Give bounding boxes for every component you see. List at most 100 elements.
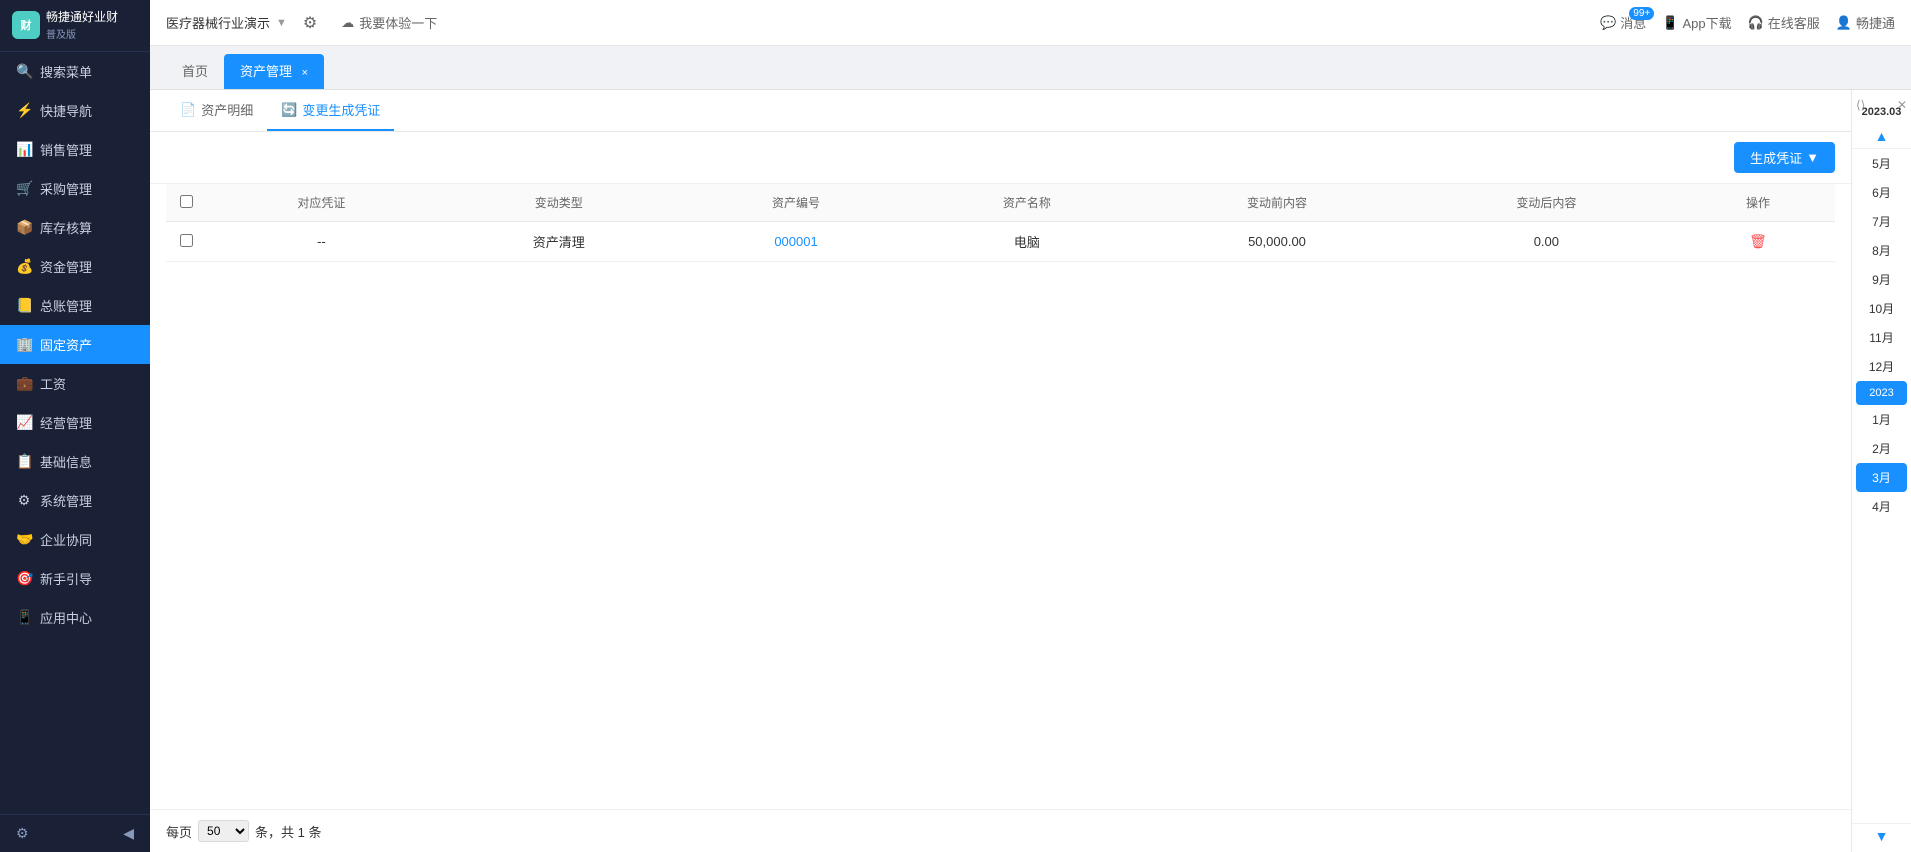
settings-icon[interactable]: ⚙: [16, 825, 29, 842]
online-support-button[interactable]: 🎧 在线客服: [1748, 13, 1820, 32]
sidebar-item-operations[interactable]: 📈 经营管理: [0, 403, 150, 442]
app-download-button[interactable]: 📱 App下载: [1662, 13, 1731, 32]
sidebar-item-fixed-assets[interactable]: 🏢 固定资产: [0, 325, 150, 364]
sidebar-item-guide[interactable]: 🎯 新手引导: [0, 559, 150, 598]
sidebar-item-collab[interactable]: 🤝 企业协同: [0, 520, 150, 559]
cal-month-8[interactable]: 8月: [1852, 236, 1911, 265]
cell-action: 🗑: [1681, 222, 1835, 262]
payroll-icon: 💼: [16, 375, 32, 392]
cal-2023-apr[interactable]: 4月: [1852, 492, 1911, 521]
asset-table-wrap: 对应凭证 变动类型 资产编号 资产名称 变动前内容 变动后内容 操作: [150, 184, 1851, 809]
sidebar: 财 畅捷通好业财 普及版 🔍 搜索菜单⚡ 快捷导航📊 销售管理🛒 采购管理📦 库…: [0, 0, 150, 852]
sidebar-item-inventory[interactable]: 📦 库存核算: [0, 208, 150, 247]
cal-2023-feb[interactable]: 2月: [1852, 434, 1911, 463]
tab-close-icon[interactable]: ×: [302, 67, 308, 79]
tab-home[interactable]: 首页: [166, 54, 224, 89]
user-button[interactable]: 👤 畅捷通: [1836, 13, 1895, 32]
cloud-icon: ☁: [341, 15, 354, 31]
header-after-change: 变动后内容: [1412, 184, 1681, 222]
sidebar-item-sales[interactable]: 📊 销售管理: [0, 130, 150, 169]
panel-close-icon[interactable]: ✕: [1897, 98, 1907, 112]
fixed-assets-icon: 🏢: [16, 336, 32, 353]
support-icon: 🎧: [1748, 15, 1764, 31]
sidebar-logo: 财 畅捷通好业财 普及版: [0, 0, 150, 52]
search-label: 搜索菜单: [40, 62, 92, 81]
message-badge: 99+: [1629, 7, 1654, 20]
header-change-type: 变动类型: [437, 184, 681, 222]
messages-button[interactable]: 💬 消息 99+: [1600, 13, 1646, 32]
asset-detail-icon: 📄: [180, 102, 196, 118]
quick-nav-icon: ⚡: [16, 102, 32, 119]
sidebar-item-funds[interactable]: 💰 资金管理: [0, 247, 150, 286]
sidebar-item-payroll[interactable]: 💼 工资: [0, 364, 150, 403]
cal-year-2023[interactable]: 2023: [1856, 381, 1907, 405]
sidebar-nav: 🔍 搜索菜单⚡ 快捷导航📊 销售管理🛒 采购管理📦 库存核算💰 资金管理📒 总账…: [0, 52, 150, 814]
delete-row-button[interactable]: 🗑: [1749, 233, 1767, 249]
sidebar-item-system[interactable]: ⚙ 系统管理: [0, 481, 150, 520]
main-content: 医疗器械行业演示 ▼ ⚙ ☁ 我要体验一下 💬 消息 99+ 📱 App下载 🎧…: [150, 0, 1911, 852]
tab-asset-detail[interactable]: 📄 资产明细: [166, 90, 267, 131]
tab-asset-management[interactable]: 资产管理 ×: [224, 54, 324, 89]
sidebar-footer: ⚙ ◀: [0, 814, 150, 852]
table-header: 对应凭证 变动类型 资产编号 资产名称 变动前内容 变动后内容 操作: [166, 184, 1835, 222]
ledger-icon: 📒: [16, 297, 32, 314]
tab-change-voucher[interactable]: 🔄 变更生成凭证: [267, 90, 394, 131]
cell-after-change: 0.00: [1412, 222, 1681, 262]
system-icon: ⚙: [16, 492, 32, 509]
row-checkbox[interactable]: [180, 234, 193, 247]
cell-change-type: 资产清理: [437, 222, 681, 262]
panel-expand-icon[interactable]: ⟨⟩: [1856, 98, 1865, 112]
funds-icon: 💰: [16, 258, 32, 275]
generate-voucher-label: 生成凭证: [1750, 148, 1802, 167]
inventory-icon: 📦: [16, 219, 32, 236]
logo-title: 畅捷通好业财: [46, 10, 118, 26]
asset-table: 对应凭证 变动类型 资产编号 资产名称 变动前内容 变动后内容 操作: [166, 184, 1835, 262]
experience-button[interactable]: ☁ 我要体验一下: [333, 9, 445, 36]
generate-voucher-button[interactable]: 生成凭证 ▼: [1734, 142, 1835, 173]
sidebar-item-quick-nav[interactable]: ⚡ 快捷导航: [0, 91, 150, 130]
sidebar-item-basic-info[interactable]: 📋 基础信息: [0, 442, 150, 481]
sidebar-item-ledger[interactable]: 📒 总账管理: [0, 286, 150, 325]
topbar: 医疗器械行业演示 ▼ ⚙ ☁ 我要体验一下 💬 消息 99+ 📱 App下载 🎧…: [150, 0, 1911, 46]
calendar-nav-up[interactable]: ▲: [1852, 124, 1911, 149]
per-page-select[interactable]: 50 10 20 100: [198, 820, 249, 842]
sidebar-item-search[interactable]: 🔍 搜索菜单: [0, 52, 150, 91]
cal-2023-mar[interactable]: 3月: [1856, 463, 1907, 492]
basic-info-icon: 📋: [16, 453, 32, 470]
header-asset-no: 资产编号: [681, 184, 912, 222]
user-icon: 👤: [1836, 15, 1852, 31]
cal-month-6[interactable]: 6月: [1852, 178, 1911, 207]
topbar-settings-icon[interactable]: ⚙: [299, 9, 321, 37]
table-row: -- 资产清理 000001 电脑 50,000.00 0.00 🗑: [166, 222, 1835, 262]
asset-detail-label: 资产明细: [201, 100, 253, 119]
company-name: 医疗器械行业演示: [166, 13, 270, 32]
collapse-icon[interactable]: ◀: [123, 825, 134, 842]
cal-month-10[interactable]: 10月: [1852, 294, 1911, 323]
select-all-checkbox[interactable]: [180, 195, 193, 208]
cal-month-11[interactable]: 11月: [1852, 323, 1911, 352]
cal-month-9[interactable]: 9月: [1852, 265, 1911, 294]
pagination: 每页 50 10 20 100 条，共 1 条: [150, 809, 1851, 852]
funds-label: 资金管理: [40, 257, 92, 276]
sales-icon: 📊: [16, 141, 32, 158]
cal-2023-jan[interactable]: 1月: [1852, 405, 1911, 434]
company-selector[interactable]: 医疗器械行业演示 ▼: [166, 13, 287, 32]
calendar-nav-down[interactable]: ▼: [1852, 823, 1911, 848]
payroll-label: 工资: [40, 374, 66, 393]
change-voucher-icon: 🔄: [281, 102, 297, 118]
sidebar-item-app-center[interactable]: 📱 应用中心: [0, 598, 150, 637]
company-arrow-icon: ▼: [276, 17, 287, 29]
cell-asset-no[interactable]: 000001: [681, 222, 912, 262]
online-support-label: 在线客服: [1768, 13, 1820, 32]
logo-icon: 财: [12, 11, 40, 39]
cell-before-change: 50,000.00: [1142, 222, 1411, 262]
sidebar-item-purchase[interactable]: 🛒 采购管理: [0, 169, 150, 208]
cal-month-5[interactable]: 5月: [1852, 149, 1911, 178]
cal-month-7[interactable]: 7月: [1852, 207, 1911, 236]
cal-month-12[interactable]: 12月: [1852, 352, 1911, 381]
nav-tabs: 首页 资产管理 ×: [150, 46, 1911, 90]
username-label: 畅捷通: [1856, 13, 1895, 32]
per-page-label: 每页: [166, 822, 192, 841]
header-voucher: 对应凭证: [206, 184, 437, 222]
purchase-label: 采购管理: [40, 179, 92, 198]
